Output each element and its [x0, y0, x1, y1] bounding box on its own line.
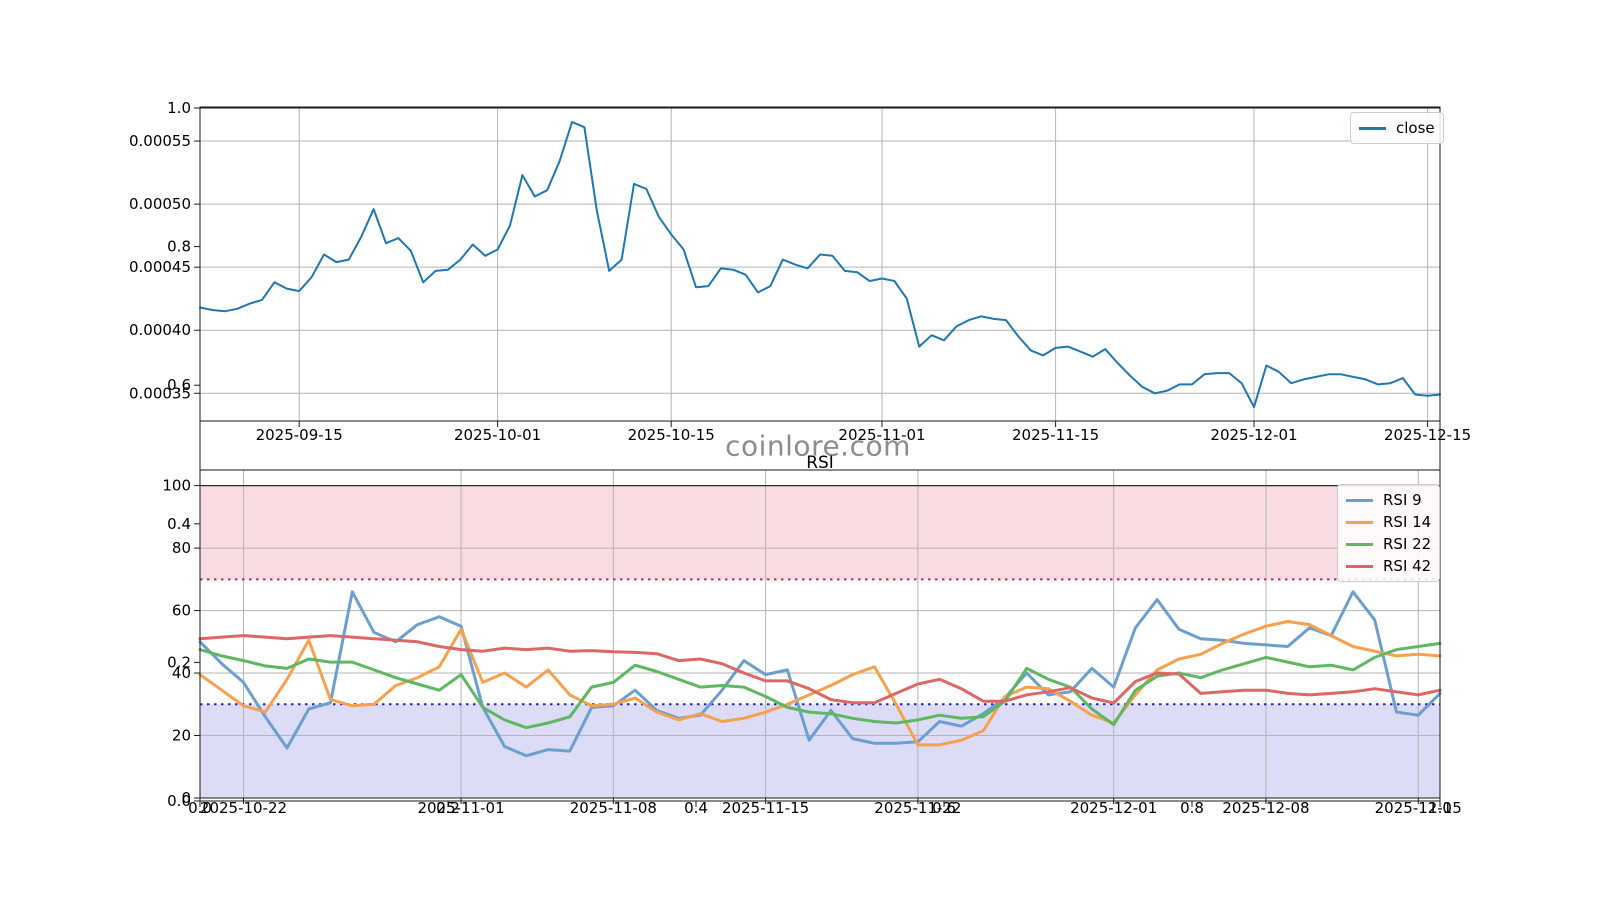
- price-legend: close: [1350, 112, 1444, 144]
- x-tick-label: 2025-11-01: [417, 799, 504, 817]
- overlay-y-tick-label: 0.8: [167, 238, 191, 256]
- legend-item: RSI 9: [1346, 489, 1431, 511]
- y-tick-label: 0.00040: [129, 321, 191, 339]
- legend-label: RSI 9: [1383, 491, 1422, 509]
- overlay-y-tick-label: 1.0: [167, 99, 191, 117]
- oversold-band: [200, 704, 1440, 798]
- y-tick-label: 0.00055: [129, 132, 191, 150]
- x-tick-label: 2025-12-01: [1070, 799, 1157, 817]
- rsi-panel-title: RSI: [806, 453, 834, 473]
- legend-line-swatch: [1346, 520, 1373, 524]
- chart-figure: 2025-09-15 2025-10-01 2025-10-15 2025-11-01…: [0, 0, 1600, 900]
- legend-line-swatch: [1346, 542, 1373, 546]
- overlay-x-tick-label: 0.0: [188, 799, 212, 817]
- y-tick-label: 60: [172, 602, 191, 620]
- y-tick-label: 0.00050: [129, 195, 191, 213]
- overlay-x-tick-label: 1.0: [1428, 799, 1452, 817]
- overlay-y-tick-label: 0.2: [167, 653, 191, 671]
- legend-item: RSI 42: [1346, 555, 1431, 577]
- y-tick-label: 80: [172, 539, 191, 557]
- overlay-x-tick-label: 0.2: [436, 799, 460, 817]
- overlay-x-tick-label: 0.6: [932, 799, 956, 817]
- overlay-x-tick-label: 0.4: [684, 799, 708, 817]
- x-tick-label: 2025-11-08: [570, 799, 657, 817]
- y-tick-label: 20: [172, 727, 191, 745]
- x-tick-label: 2025-12-15: [1384, 426, 1471, 444]
- rsi-legend: RSI 9 RSI 14 RSI 22 RSI 42: [1337, 484, 1441, 582]
- overbought-band: [200, 485, 1440, 580]
- legend-item: RSI 22: [1346, 533, 1431, 555]
- overlay-y-tick-label: 0.4: [167, 515, 191, 533]
- legend-item: RSI 14: [1346, 511, 1431, 533]
- legend-line-swatch: [1359, 126, 1386, 130]
- x-tick-label: 2025-10-01: [454, 426, 541, 444]
- legend-label: RSI 22: [1383, 535, 1432, 553]
- x-tick-label: 2025-09-15: [256, 426, 343, 444]
- x-tick-label: 2025-11-15: [1012, 426, 1099, 444]
- y-tick-label: 0.00045: [129, 258, 191, 276]
- x-tick-label: 2025-10-15: [628, 426, 715, 444]
- legend-line-swatch: [1346, 564, 1373, 568]
- overlay-y-tick-label: 0.0: [167, 792, 191, 810]
- overlay-x-tick-label: 0.8: [1180, 799, 1204, 817]
- y-tick-label: 100: [162, 477, 191, 495]
- x-tick-label: 2025-11-15: [722, 799, 809, 817]
- overlay-y-tick-label: 0.6: [167, 376, 191, 394]
- x-tick-label: 2025-10-22: [200, 799, 287, 817]
- legend-label: RSI 42: [1383, 557, 1432, 575]
- legend-line-swatch: [1346, 498, 1373, 502]
- x-tick-label: 2025-12-08: [1222, 799, 1309, 817]
- legend-label: close: [1396, 119, 1435, 137]
- legend-item: close: [1359, 117, 1435, 139]
- legend-label: RSI 14: [1383, 513, 1432, 531]
- x-tick-label: 2025-12-01: [1210, 426, 1297, 444]
